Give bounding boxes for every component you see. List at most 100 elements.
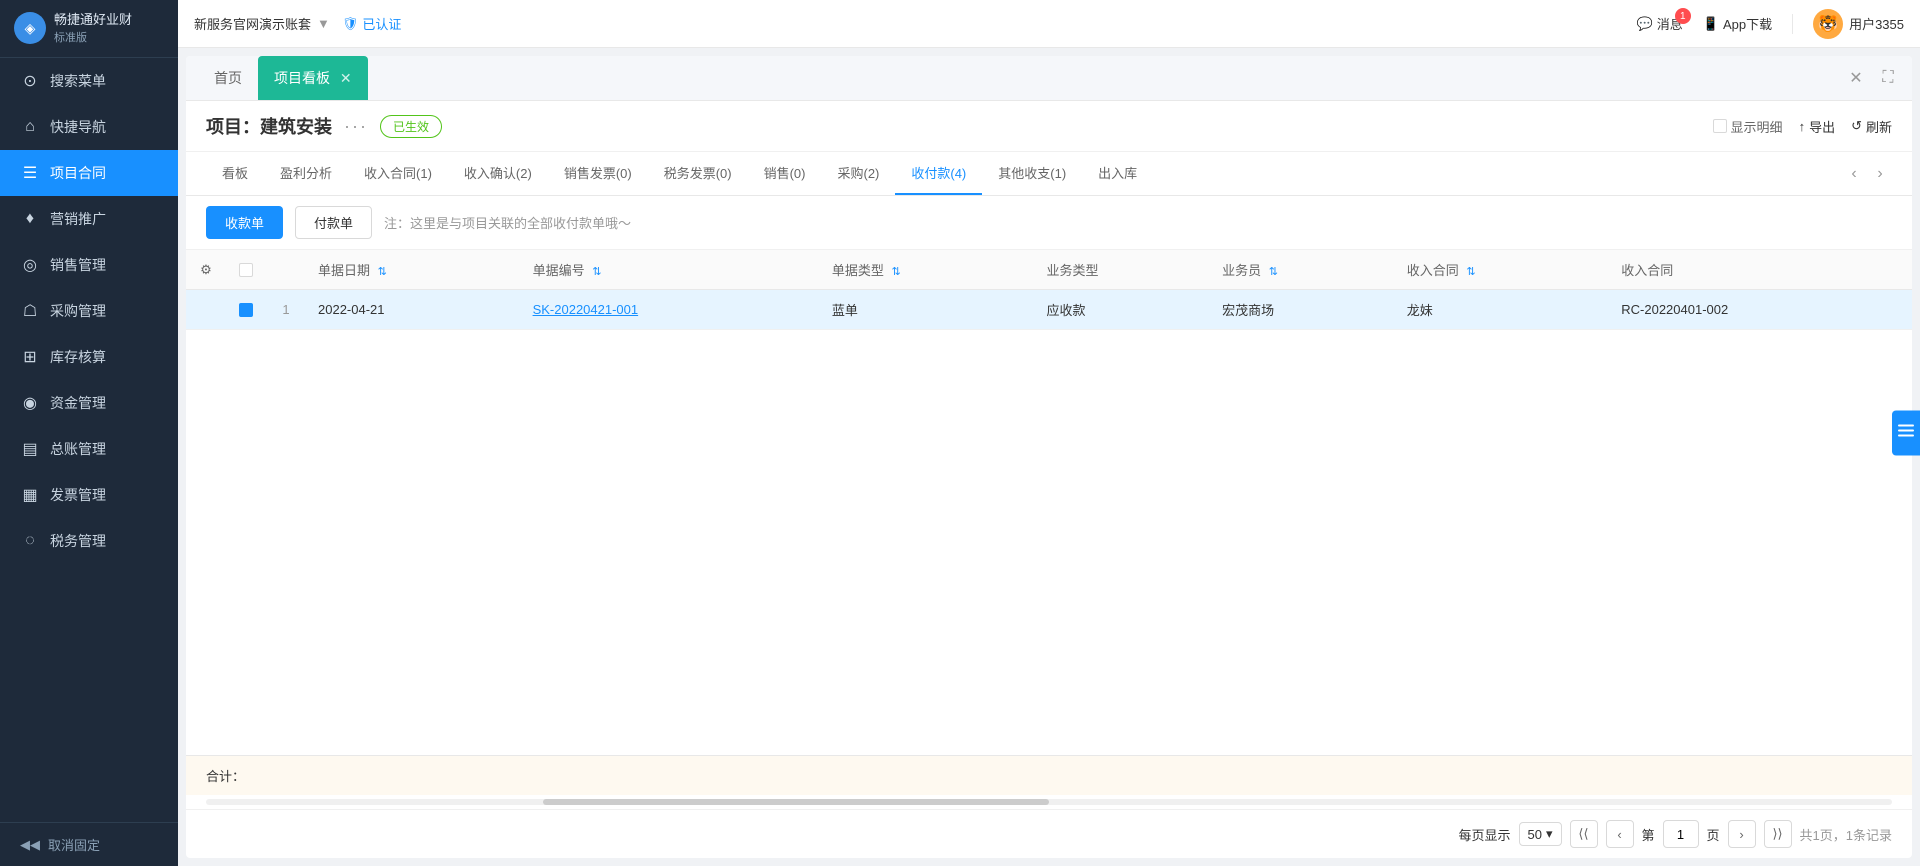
avatar: 🐯 xyxy=(1813,9,1843,39)
sidebar-item-purchase-label: 采购管理 xyxy=(50,301,106,321)
cell-income-contract: RC-20220401-002 xyxy=(1609,290,1912,330)
doc-number-link[interactable]: SK-20220421-001 xyxy=(533,302,639,317)
sub-tab-board[interactable]: 看板 xyxy=(206,152,264,195)
sub-tab-income-confirm-label: 收入确认(2) xyxy=(464,166,532,181)
sub-tab-sales-invoice[interactable]: 销售发票(0) xyxy=(548,152,648,195)
sub-tabs-arrows: ‹ › xyxy=(1842,156,1892,192)
date-sort-icon: ⇅ xyxy=(378,266,387,278)
project-status-badge: 已生效 xyxy=(380,115,442,138)
sub-tab-other-expense[interactable]: 其他收支(1) xyxy=(982,152,1082,195)
col-number[interactable]: 单据编号 ⇅ xyxy=(521,250,820,290)
message-badge: 1 xyxy=(1675,8,1691,24)
sub-tab-sales[interactable]: 销售(0) xyxy=(748,152,822,195)
page-size-prefix: 每页显示 xyxy=(1458,825,1510,844)
col-partner[interactable]: 业务员 ⇅ xyxy=(1210,250,1395,290)
sidebar-item-search[interactable]: ⊙ 搜索菜单 xyxy=(0,58,178,104)
sub-tabs-prev-button[interactable]: ‹ xyxy=(1842,156,1866,192)
sidebar-item-ledger[interactable]: ▤ 总账管理 xyxy=(0,426,178,472)
col-salesperson[interactable]: 收入合同 ⇅ xyxy=(1395,250,1610,290)
project-dropdown-icon: ▼ xyxy=(317,16,330,31)
sidebar-item-funds[interactable]: ◉ 资金管理 xyxy=(0,380,178,426)
sidebar-item-quicknav[interactable]: ⌂ 快捷导航 xyxy=(0,104,178,150)
row-select-checkbox[interactable] xyxy=(239,303,253,317)
last-page-button[interactable]: ⟩⟩ xyxy=(1764,820,1792,848)
total-label: 合计： xyxy=(206,766,245,785)
sidebar-item-purchase[interactable]: ☖ 采购管理 xyxy=(0,288,178,334)
purchase-nav-icon: ☖ xyxy=(20,301,40,321)
col-income-contract: 收入合同 收入合同 xyxy=(1609,250,1912,290)
table-settings-col[interactable]: ⚙ xyxy=(186,250,226,290)
sidebar-item-contract[interactable]: ☰ 项目合同 xyxy=(0,150,178,196)
user-menu[interactable]: 🐯 用户3355 xyxy=(1813,9,1904,39)
cell-salesperson: 龙妹 xyxy=(1395,290,1610,330)
sub-tab-purchase[interactable]: 采购(2) xyxy=(821,152,895,195)
page-number-input[interactable] xyxy=(1663,820,1699,848)
sub-tab-inout[interactable]: 出入库 xyxy=(1082,152,1153,195)
message-button[interactable]: 💬 消息 1 xyxy=(1637,14,1683,33)
page-header-actions: 显示明细 ↑ 导出 ↺ 刷新 xyxy=(1713,117,1892,136)
side-float-button[interactable] xyxy=(1892,411,1920,456)
sidebar-item-inventory[interactable]: ⊞ 库存核算 xyxy=(0,334,178,380)
sub-tab-tax-invoice[interactable]: 税务发票(0) xyxy=(648,152,748,195)
first-page-button[interactable]: ⟨⟨ xyxy=(1570,820,1598,848)
sidebar-item-inventory-label: 库存核算 xyxy=(50,347,106,367)
data-table-wrapper: ⚙ 单据日期 ⇅ 单据编号 ⇅ xyxy=(186,250,1912,755)
table-row: 1 2022-04-21 SK-20220421-001 蓝单 应收款 宏茂商场… xyxy=(186,290,1912,330)
sidebar-item-tax[interactable]: ◌ 税务管理 xyxy=(0,518,178,564)
sub-tab-receipt[interactable]: 收付款(4) xyxy=(895,152,982,195)
more-options-button[interactable]: ··· xyxy=(344,116,368,137)
sub-tab-inout-label: 出入库 xyxy=(1098,166,1137,181)
col-type[interactable]: 单据类型 ⇅ xyxy=(820,250,1035,290)
sidebar-item-ledger-label: 总账管理 xyxy=(50,439,106,459)
sidebar-item-sales[interactable]: ◎ 销售管理 xyxy=(0,242,178,288)
sidebar-unpin[interactable]: ◀◀ 取消固定 xyxy=(0,822,178,866)
show-detail-checkbox[interactable]: 显示明细 xyxy=(1713,117,1783,136)
sub-tab-receipt-label: 收付款(4) xyxy=(911,166,966,181)
sub-tab-income-contract[interactable]: 收入合同(1) xyxy=(348,152,448,195)
project-selector[interactable]: 新服务官网演示账套 ▼ xyxy=(194,14,330,33)
sidebar-item-invoice-label: 发票管理 xyxy=(50,485,106,505)
sub-tab-profit[interactable]: 盈利分析 xyxy=(264,152,348,195)
invoice-nav-icon: ▦ xyxy=(20,485,40,505)
cell-number[interactable]: SK-20220421-001 xyxy=(521,290,820,330)
sub-tab-income-confirm[interactable]: 收入确认(2) xyxy=(448,152,548,195)
next-page-button[interactable]: › xyxy=(1728,820,1756,848)
maximize-window-button[interactable]: ⛶ xyxy=(1876,66,1900,90)
tab-home[interactable]: 首页 xyxy=(198,56,258,100)
refresh-icon: ↺ xyxy=(1851,118,1862,134)
cell-checkbox[interactable] xyxy=(226,290,266,330)
scrollbar-thumb[interactable] xyxy=(543,799,1049,805)
page-size-select[interactable]: 50 ▾ xyxy=(1519,822,1562,846)
show-detail-checkbox-box[interactable] xyxy=(1713,119,1727,133)
prev-page-button[interactable]: ‹ xyxy=(1606,820,1634,848)
sidebar-item-marketing[interactable]: ♦ 营销推广 xyxy=(0,196,178,242)
sub-tabs-next-button[interactable]: › xyxy=(1868,156,1892,192)
unpin-icon: ◀◀ xyxy=(20,837,40,853)
sidebar-item-search-label: 搜索菜单 xyxy=(50,71,106,91)
tab-project-board-label: 项目看板 xyxy=(274,70,330,86)
sidebar-item-invoice[interactable]: ▦ 发票管理 xyxy=(0,472,178,518)
tab-project-board[interactable]: 项目看板 ✕ xyxy=(258,56,368,100)
receipt-filter-button[interactable]: 收款单 xyxy=(206,206,283,239)
app-title: 畅捷通好业财 xyxy=(54,12,132,29)
message-icon: 💬 xyxy=(1637,16,1653,32)
table-checkbox-col[interactable] xyxy=(226,250,266,290)
sidebar-scroll: ⊙ 搜索菜单 ⌂ 快捷导航 ☰ 项目合同 ♦ 营销推广 ◎ 销售管理 ☖ 采购管… xyxy=(0,58,178,822)
close-window-button[interactable]: ✕ xyxy=(1844,66,1868,90)
sub-tabs: 看板 盈利分析 收入合同(1) 收入确认(2) 销售发票(0) 税务发票(0) … xyxy=(186,152,1912,196)
data-table: ⚙ 单据日期 ⇅ 单据编号 ⇅ xyxy=(186,250,1912,330)
refresh-button[interactable]: ↺ 刷新 xyxy=(1851,117,1892,136)
app-download-label: App下载 xyxy=(1723,14,1772,33)
export-label: 导出 xyxy=(1809,117,1835,136)
export-button[interactable]: ↑ 导出 xyxy=(1799,117,1836,136)
page-suffix: 页 xyxy=(1707,825,1720,844)
col-date[interactable]: 单据日期 ⇅ xyxy=(306,250,521,290)
app-download-button[interactable]: 📱 App下载 xyxy=(1703,14,1772,33)
payment-filter-button[interactable]: 付款单 xyxy=(295,206,372,239)
scrollbar-track xyxy=(206,799,1892,805)
total-row: 合计： xyxy=(186,755,1912,795)
tab-close-icon[interactable]: ✕ xyxy=(340,70,352,86)
select-all-checkbox[interactable] xyxy=(239,263,253,277)
sub-tab-sales-invoice-label: 销售发票(0) xyxy=(564,166,632,181)
horizontal-scrollbar[interactable] xyxy=(186,795,1912,809)
